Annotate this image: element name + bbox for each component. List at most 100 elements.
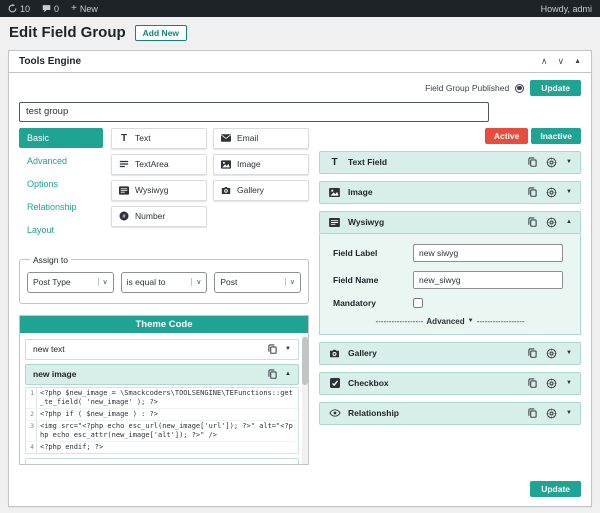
copy-icon[interactable] bbox=[528, 157, 537, 167]
tab-advanced[interactable]: Advanced bbox=[19, 151, 103, 171]
new-content-menu[interactable]: + New bbox=[71, 2, 98, 14]
chevron-up-icon[interactable]: ∧ bbox=[541, 56, 548, 67]
inactive-button[interactable]: Inactive bbox=[531, 127, 581, 144]
field-category-tabs: Basic Advanced Options Relationship Layo… bbox=[19, 127, 103, 243]
copy-icon[interactable] bbox=[528, 348, 537, 358]
panel-body: Field Group Published Update Basic Advan… bbox=[9, 73, 591, 506]
caret-up-icon[interactable]: ▲ bbox=[566, 219, 572, 225]
gear-icon[interactable] bbox=[546, 348, 557, 359]
scrollbar-thumb[interactable] bbox=[302, 336, 308, 385]
type-button-gallery[interactable]: Gallery bbox=[213, 179, 309, 201]
tab-relationship[interactable]: Relationship bbox=[19, 197, 103, 217]
active-button[interactable]: Active bbox=[484, 127, 529, 144]
mandatory-checkbox[interactable] bbox=[413, 297, 423, 308]
caret-down-icon[interactable]: ▼ bbox=[285, 346, 291, 352]
caret-down-icon: ▼ bbox=[467, 318, 474, 324]
gear-icon[interactable] bbox=[546, 187, 557, 198]
page-header: Edit Field Group Add New bbox=[0, 17, 600, 43]
gear-icon[interactable] bbox=[546, 408, 557, 419]
field-label-input[interactable] bbox=[413, 243, 563, 262]
type-button-email[interactable]: Email bbox=[213, 127, 309, 149]
builder-column: Basic Advanced Options Relationship Layo… bbox=[19, 127, 309, 465]
tab-layout[interactable]: Layout bbox=[19, 220, 103, 240]
field-row-wysiwyg[interactable]: Wysiwyg ▲ bbox=[319, 210, 581, 234]
toggle-panel-icon[interactable]: ▲ bbox=[574, 58, 581, 65]
field-row-gallery[interactable]: Gallery ▼ bbox=[319, 341, 581, 365]
post-value-select[interactable]: Post ∨ bbox=[214, 271, 302, 293]
text-icon: T bbox=[331, 156, 338, 168]
caret-up-icon[interactable]: ▲ bbox=[285, 371, 291, 377]
type-button-number[interactable]: # Number bbox=[111, 205, 207, 227]
panel-header: Tools Engine ∧ ∨ ▲ bbox=[9, 51, 591, 73]
post-type-select[interactable]: Post Type ∨ bbox=[27, 271, 114, 293]
theme-code-item-new-text[interactable]: new text ▼ bbox=[25, 338, 299, 360]
add-new-button[interactable]: Add New bbox=[134, 24, 188, 41]
plus-icon: + bbox=[71, 2, 77, 14]
gear-icon[interactable] bbox=[546, 217, 557, 228]
theme-code-title[interactable]: Theme Code bbox=[20, 315, 308, 333]
update-button-top[interactable]: Update bbox=[530, 80, 581, 96]
published-label: Field Group Published bbox=[425, 83, 510, 93]
field-row-checkbox[interactable]: Checkbox ▼ bbox=[319, 371, 581, 395]
copy-icon[interactable] bbox=[268, 369, 277, 379]
type-button-textarea[interactable]: TextArea bbox=[111, 153, 207, 175]
caret-down-icon[interactable]: ▼ bbox=[566, 410, 572, 416]
operator-select[interactable]: is equal to ∨ bbox=[120, 271, 208, 293]
copy-icon[interactable] bbox=[528, 408, 537, 418]
updates-menu[interactable]: 10 bbox=[8, 4, 30, 14]
panel-footer: Update bbox=[19, 480, 581, 497]
theme-code-scrollbar[interactable] bbox=[302, 334, 308, 464]
status-row: Active Inactive bbox=[319, 127, 581, 144]
caret-down-icon[interactable]: ▼ bbox=[566, 380, 572, 386]
field-row-image[interactable]: Image ▼ bbox=[319, 180, 581, 204]
gear-icon[interactable] bbox=[546, 378, 557, 389]
gear-icon[interactable] bbox=[546, 157, 557, 168]
fields-column: Active Inactive T Text Field ▼ Image ▼ W… bbox=[319, 127, 581, 465]
tools-engine-panel: Tools Engine ∧ ∨ ▲ Field Group Published… bbox=[8, 50, 592, 507]
theme-code-snippet: 1 <?php $new_image = \Smackcoders\TOOLSE… bbox=[25, 386, 299, 455]
copy-icon[interactable] bbox=[528, 217, 537, 227]
advanced-toggle[interactable]: ------------------ Advanced ▼ ----------… bbox=[333, 317, 567, 326]
chevron-down-icon: ∨ bbox=[97, 278, 108, 286]
howdy-account-menu[interactable]: Howdy, admi bbox=[541, 4, 592, 14]
field-group-name-input[interactable] bbox=[19, 101, 489, 122]
type-button-image[interactable]: Image bbox=[213, 153, 309, 175]
new-content-label: New bbox=[79, 3, 98, 14]
updates-icon bbox=[8, 4, 17, 13]
field-label-label: Field Label bbox=[333, 247, 378, 258]
type-button-text[interactable]: T Text bbox=[111, 127, 207, 149]
copy-icon[interactable] bbox=[528, 378, 537, 388]
chevron-down-icon: ∨ bbox=[191, 278, 201, 286]
theme-code-item-new-siwyg[interactable]: new siwyg ▼ bbox=[25, 458, 299, 464]
theme-code-list: new text ▼ new image ▲ 1 <?php $new_imag… bbox=[20, 335, 301, 464]
published-row: Field Group Published Update bbox=[19, 80, 581, 96]
admin-bar: 10 0 + New Howdy, admi bbox=[0, 0, 600, 17]
copy-icon[interactable] bbox=[528, 187, 537, 197]
camera-icon bbox=[221, 186, 231, 195]
panel-title: Tools Engine bbox=[19, 56, 82, 67]
text-icon: T bbox=[120, 132, 128, 144]
copy-icon[interactable] bbox=[268, 344, 277, 354]
comments-count: 0 bbox=[54, 3, 60, 14]
field-row-relationship[interactable]: Relationship ▼ bbox=[319, 401, 581, 425]
wysiwyg-settings-panel: Field Label Field Name Mandatory -- bbox=[319, 233, 581, 335]
updates-count: 10 bbox=[20, 3, 31, 14]
theme-code-item-new-image[interactable]: new image ▲ bbox=[25, 363, 299, 385]
comments-menu[interactable]: 0 bbox=[42, 4, 59, 14]
type-button-wysiwyg[interactable]: Wysiwyg bbox=[111, 179, 207, 201]
envelope-icon bbox=[221, 134, 231, 142]
mandatory-label: Mandatory bbox=[333, 297, 376, 308]
caret-down-icon[interactable]: ▼ bbox=[566, 189, 572, 195]
number-icon: # bbox=[119, 211, 129, 221]
eye-icon bbox=[328, 409, 341, 417]
tab-options[interactable]: Options bbox=[19, 174, 103, 194]
chevron-down-icon[interactable]: ∨ bbox=[557, 56, 564, 67]
caret-down-icon[interactable]: ▼ bbox=[566, 159, 572, 165]
field-row-text-field[interactable]: T Text Field ▼ bbox=[319, 150, 581, 174]
checkbox-icon bbox=[328, 378, 341, 388]
update-button-bottom[interactable]: Update bbox=[530, 480, 581, 497]
published-status-icon[interactable] bbox=[515, 83, 525, 93]
caret-down-icon[interactable]: ▼ bbox=[566, 350, 572, 356]
field-name-input[interactable] bbox=[413, 270, 563, 289]
tab-basic[interactable]: Basic bbox=[19, 127, 103, 148]
